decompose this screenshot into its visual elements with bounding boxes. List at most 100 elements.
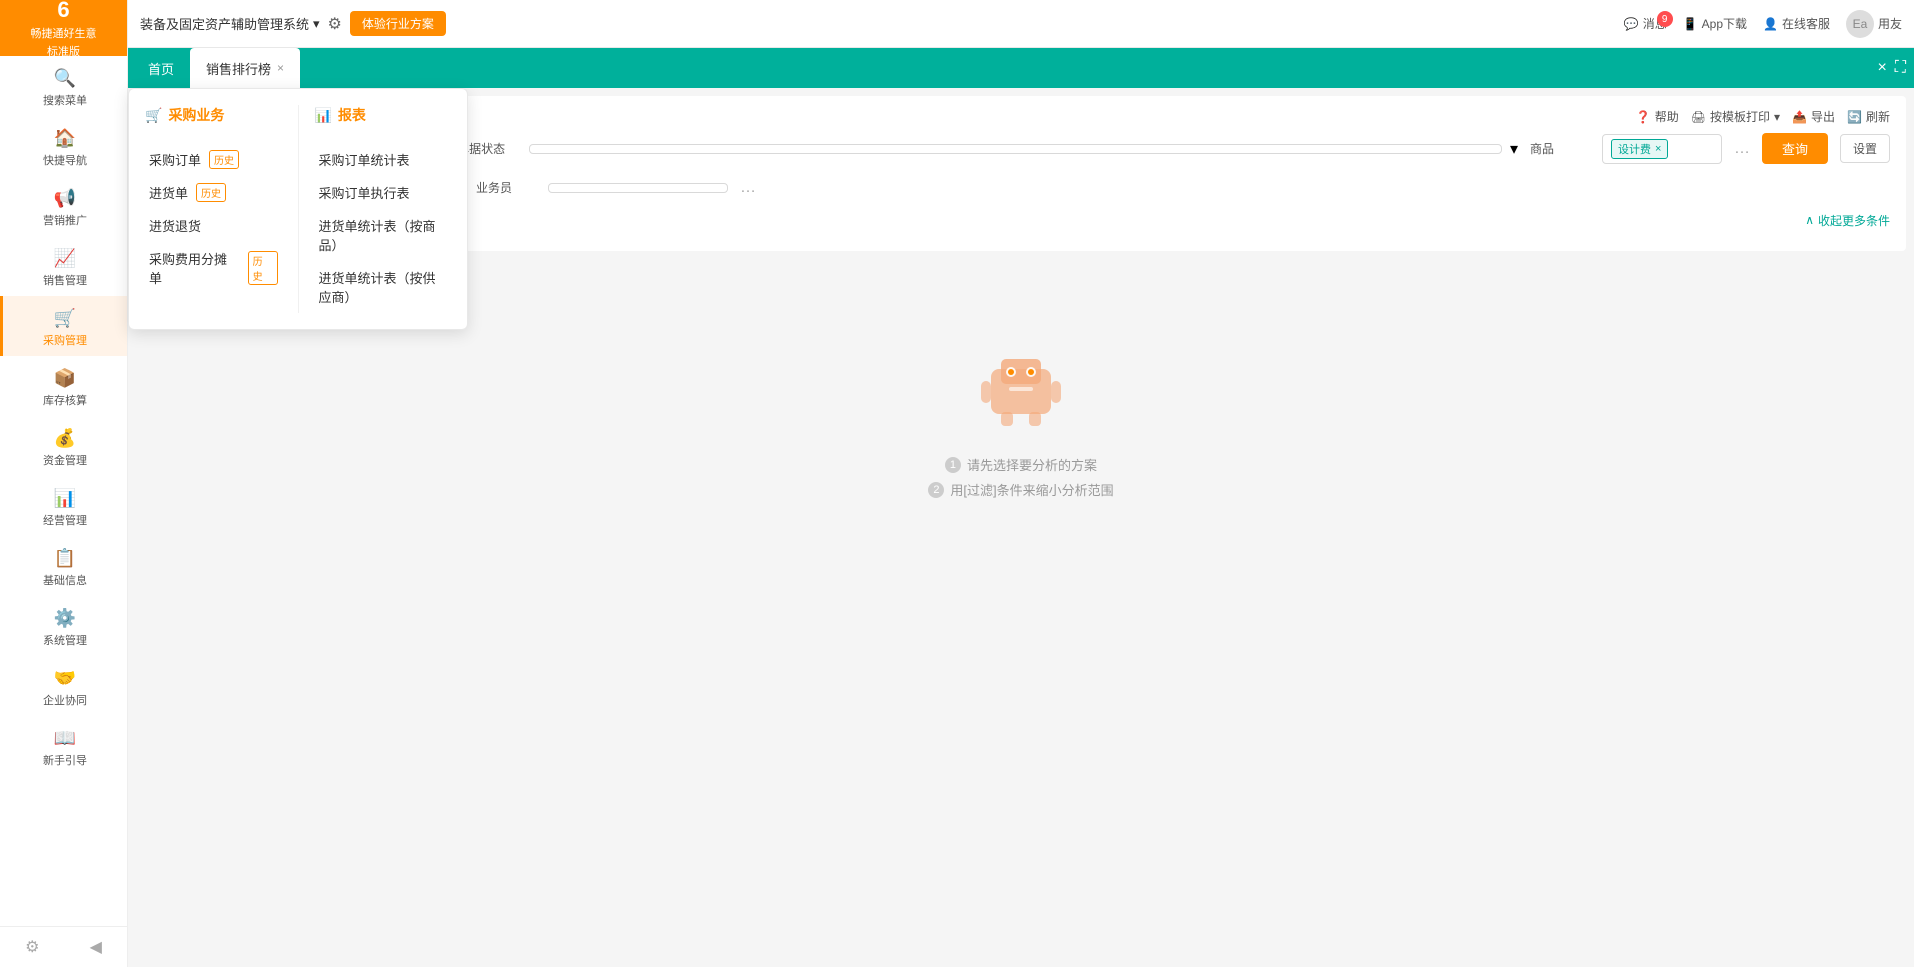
menu-item-goods-return[interactable]: 进货退货 [145,209,282,242]
purchase-col-title: 🛒 采购业务 [145,105,282,131]
topbar-settings-icon[interactable]: ⚙ [328,14,342,34]
system-title-dropdown[interactable]: 装备及固定资产辅助管理系统 ▾ [140,14,320,33]
sidebar-item-sales[interactable]: 📈 销售管理 [0,236,127,296]
doc-status-dropdown-icon: ▾ [1510,139,1518,159]
sidebar-item-label: 资金管理 [43,452,87,468]
sidebar-bottom: ⚙ ◀ [0,926,127,967]
goods-return-label: 进货退货 [149,216,201,235]
menu-item-goods-receipt[interactable]: 进货单 历史 [145,176,282,209]
goods-tag-close[interactable]: × [1655,143,1661,155]
purchase-expense-label: 采购费用分摊单 [149,249,240,287]
report-item-purchase-order-exec[interactable]: 采购订单执行表 [315,176,452,209]
sidebar-item-stock[interactable]: 📦 库存核算 [0,356,127,416]
query-btn[interactable]: 查询 [1762,133,1828,164]
history-badge-1[interactable]: 历史 [196,183,226,202]
settings-btn[interactable]: 设置 [1840,134,1890,163]
goods-tag-text: 设计费 [1618,141,1651,157]
search-icon: 🔍 [54,68,76,89]
sidebar-nav: 🔍 搜索菜单 🏠 快捷导航 📢 营销推广 📈 销售管理 🛒 采购管理 📦 库存核… [0,56,127,926]
sidebar-item-marketing[interactable]: 📢 营销推广 [0,176,127,236]
message-item[interactable]: 💬 9 消息 [1624,15,1667,32]
goods-label: 商品 [1530,140,1590,157]
staff-input[interactable] [548,183,728,193]
report-item-goods-stats-by-goods[interactable]: 进货单统计表（按商品） [315,209,452,261]
help-label: 帮助 [1655,108,1679,125]
tab-fullscreen-icon[interactable]: ⛶ [1895,59,1906,77]
sidebar-item-label: 销售管理 [43,272,87,288]
export-icon: 📤 [1792,110,1807,124]
tab-close-icon[interactable]: × [277,61,284,75]
user-item[interactable]: Ea 用友 [1846,10,1902,38]
sidebar-item-quick-nav[interactable]: 🏠 快捷导航 [0,116,127,176]
tip-num-2: 2 [928,482,944,498]
menu-item-purchase-expense[interactable]: 采购费用分摊单 历史 [145,242,282,294]
sidebar-item-search[interactable]: 🔍 搜索菜单 [0,56,127,116]
app-label: App下载 [1702,15,1747,32]
tab-sales-rank[interactable]: 销售排行榜 × [190,48,300,88]
bar-chart-icon: 📊 [54,488,76,509]
topbar-right: 💬 9 消息 📱 App下载 👤 在线客服 Ea 用友 [1624,10,1902,38]
clipboard-icon: 📋 [54,548,76,569]
refresh-label: 刷新 [1866,108,1890,125]
cart-icon: 🛒 [54,308,76,329]
chart-icon: 📈 [54,248,76,269]
app-download-item[interactable]: 📱 App下载 [1683,15,1747,32]
dropdown-icon: ▾ [313,16,320,32]
online-service-item[interactable]: 👤 在线客服 [1763,15,1830,32]
sidebar-settings-btn[interactable]: ⚙ [25,937,39,957]
help-btn[interactable]: ❓ 帮助 [1636,108,1679,125]
help-icon: ❓ [1636,110,1651,124]
handshake-icon: 🤝 [54,668,76,689]
tabs-right: × ⛶ [1877,59,1914,77]
sidebar-item-operations[interactable]: 📊 经营管理 [0,476,127,536]
sidebar-item-label: 库存核算 [43,392,87,408]
sidebar-item-enterprise[interactable]: 🤝 企业协同 [0,656,127,716]
sidebar-item-newbie[interactable]: 📖 新手引导 [0,716,127,776]
history-badge-0[interactable]: 历史 [209,150,239,169]
report-label-1: 采购订单执行表 [319,183,410,202]
home-icon: 🏠 [54,128,76,149]
refresh-icon: 🔄 [1847,110,1862,124]
report-label-3: 进货单统计表（按供应商） [319,268,448,306]
sidebar-item-label: 经营管理 [43,512,87,528]
report-item-purchase-order-stats[interactable]: 采购订单统计表 [315,143,452,176]
tab-close-all-icon[interactable]: × [1877,59,1886,77]
sidebar-item-label: 营销推广 [43,212,87,228]
print-btn[interactable]: 🖨 按模板打印 ▾ [1691,108,1780,125]
sidebar-item-base[interactable]: 📋 基础信息 [0,536,127,596]
empty-tip-1: 1 请先选择要分析的方案 [945,455,1097,474]
reports-col: 📊 报表 采购订单统计表 采购订单执行表 进货单统计表（按商品） 进货单统计表（… [315,105,452,313]
tip-text-2: 用[过滤]条件来缩小分析范围 [950,480,1113,499]
reports-col-icon: 📊 [315,107,332,124]
staff-more-btn[interactable]: … [740,179,756,197]
doc-status-input[interactable] [529,144,1502,154]
industry-btn[interactable]: 体验行业方案 [350,11,446,36]
export-btn[interactable]: 📤 导出 [1792,108,1835,125]
tab-home[interactable]: 首页 [132,48,190,88]
sidebar-collapse-btn[interactable]: ◀ [90,937,102,957]
sidebar-item-purchase[interactable]: 🛒 采购管理 [0,296,127,356]
print-label: 按模板打印 [1710,108,1770,125]
collapse-btn[interactable]: ∧ 收起更多条件 [1805,212,1890,229]
reports-col-title: 📊 报表 [315,105,452,131]
tab-home-label: 首页 [148,59,174,78]
goods-input[interactable]: 设计费 × [1602,134,1722,164]
collapse-icon: ∧ [1805,213,1814,227]
menu-item-purchase-order[interactable]: 采购订单 历史 [145,143,282,176]
megaphone-icon: 📢 [54,188,76,209]
purchase-col-icon: 🛒 [145,107,162,124]
user-label: 用友 [1878,15,1902,32]
popup-col-divider [298,105,299,313]
refresh-btn[interactable]: 🔄 刷新 [1847,108,1890,125]
goods-more-btn[interactable]: … [1734,140,1750,158]
logo-icon: 6 [57,0,69,23]
sidebar-item-system[interactable]: ⚙️ 系统管理 [0,596,127,656]
sidebar-item-label: 快捷导航 [43,152,87,168]
report-item-goods-stats-by-supplier[interactable]: 进货单统计表（按供应商） [315,261,452,313]
sidebar-item-finance[interactable]: 💰 资金管理 [0,416,127,476]
purchase-col: 🛒 采购业务 采购订单 历史 进货单 历史 进货退货 采购费用分摊单 历史 [145,105,282,313]
history-badge-3[interactable]: 历史 [248,251,278,285]
tabs-bar: 首页 销售排行榜 × × ⛶ [128,48,1914,88]
report-label-0: 采购订单统计表 [319,150,410,169]
service-label: 在线客服 [1782,15,1830,32]
